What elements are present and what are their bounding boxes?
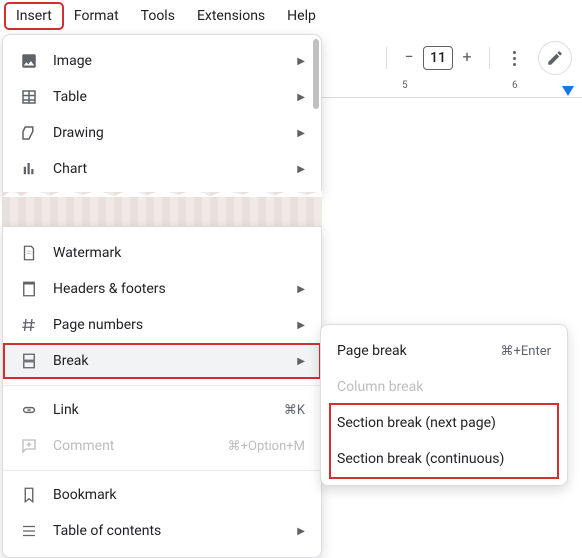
image-icon: [19, 51, 39, 71]
chevron-right-icon: ▶: [297, 284, 305, 295]
drawing-icon: [19, 123, 39, 143]
table-icon: [19, 87, 39, 107]
ruler-right-margin-icon[interactable]: [562, 86, 574, 96]
editing-mode-button[interactable]: [538, 41, 572, 75]
menu-item-label: Page break: [337, 343, 487, 359]
menu-item-link[interactable]: Link ⌘K: [3, 392, 321, 428]
insert-dropdown-lower: Watermark Headers & footers ▶ Page numbe…: [2, 226, 322, 558]
comment-icon: [19, 436, 39, 456]
shortcut-label: ⌘+Option+M: [228, 439, 305, 454]
chevron-right-icon: ▶: [297, 164, 305, 175]
chevron-right-icon: ▶: [297, 526, 305, 537]
menu-item-drawing[interactable]: Drawing ▶: [3, 115, 321, 151]
more-options-button[interactable]: [508, 51, 520, 66]
menu-item-label: Bookmark: [53, 487, 305, 503]
chevron-right-icon: ▶: [297, 92, 305, 103]
submenu-item-column-break: Column break: [321, 369, 567, 405]
chevron-right-icon: ▶: [297, 356, 305, 367]
ruler: 5 6: [322, 78, 582, 98]
chevron-right-icon: ▶: [297, 128, 305, 139]
break-icon: [19, 351, 39, 371]
menu-item-label: Watermark: [53, 245, 305, 261]
submenu-item-section-break-next[interactable]: Section break (next page): [321, 405, 567, 441]
ruler-mark: 5: [402, 80, 408, 91]
chevron-right-icon: ▶: [297, 320, 305, 331]
menu-divider: [3, 470, 321, 471]
menubar: Insert Format Tools Extensions Help: [0, 0, 582, 32]
toolbar: − 11 +: [372, 38, 582, 78]
menu-item-headers-footers[interactable]: Headers & footers ▶: [3, 271, 321, 307]
menu-item-label: Page numbers: [53, 317, 283, 333]
menu-item-label: Table: [53, 89, 283, 105]
menu-insert[interactable]: Insert: [6, 4, 62, 28]
chevron-right-icon: ▶: [297, 56, 305, 67]
headers-icon: [19, 279, 39, 299]
shortcut-label: ⌘K: [284, 403, 305, 418]
menu-item-label: Headers & footers: [53, 281, 283, 297]
watermark-icon: [19, 243, 39, 263]
bookmark-icon: [19, 485, 39, 505]
menu-format[interactable]: Format: [64, 4, 129, 28]
hash-icon: [19, 315, 39, 335]
link-icon: [19, 400, 39, 420]
menu-item-comment: Comment ⌘+Option+M: [3, 428, 321, 464]
decrease-font-button[interactable]: −: [397, 46, 421, 70]
menu-help[interactable]: Help: [277, 4, 326, 28]
menu-item-label: Section break (next page): [337, 415, 551, 431]
menu-item-chart[interactable]: Chart ▶: [3, 151, 321, 187]
ruler-mark: 6: [512, 80, 518, 91]
menu-item-label: Section break (continuous): [337, 451, 551, 467]
shortcut-label: ⌘+Enter: [501, 344, 552, 359]
menu-extensions[interactable]: Extensions: [187, 4, 275, 28]
menu-item-label: Break: [53, 353, 283, 369]
chart-icon: [19, 159, 39, 179]
insert-dropdown: Image ▶ Table ▶ Drawing ▶ Chart ▶ Horizo…: [2, 34, 322, 194]
font-size-control: − 11 +: [397, 46, 479, 70]
menu-item-page-numbers[interactable]: Page numbers ▶: [3, 307, 321, 343]
menu-item-image[interactable]: Image ▶: [3, 43, 321, 79]
menu-item-label: Comment: [53, 438, 214, 454]
menu-item-label: Chart: [53, 161, 283, 177]
break-submenu: Page break ⌘+Enter Column break Section …: [320, 324, 568, 486]
menu-item-table[interactable]: Table ▶: [3, 79, 321, 115]
menu-item-label: Image: [53, 53, 283, 69]
menu-tools[interactable]: Tools: [131, 4, 185, 28]
menu-item-label: Table of contents: [53, 523, 283, 539]
submenu-item-page-break[interactable]: Page break ⌘+Enter: [321, 333, 567, 369]
menu-divider: [3, 385, 321, 386]
menu-item-toc[interactable]: Table of contents ▶: [3, 513, 321, 549]
menu-item-label: Column break: [337, 379, 551, 395]
menu-item-break[interactable]: Break ▶: [3, 343, 321, 379]
menu-item-bookmark[interactable]: Bookmark: [3, 477, 321, 513]
increase-font-button[interactable]: +: [455, 46, 479, 70]
menu-item-watermark[interactable]: Watermark: [3, 235, 321, 271]
menu-item-label: Drawing: [53, 125, 283, 141]
submenu-item-section-break-cont[interactable]: Section break (continuous): [321, 441, 567, 477]
font-size-input[interactable]: 11: [423, 46, 453, 70]
pencil-icon: [546, 49, 564, 67]
toc-icon: [19, 521, 39, 541]
menu-item-label: Link: [53, 402, 270, 418]
